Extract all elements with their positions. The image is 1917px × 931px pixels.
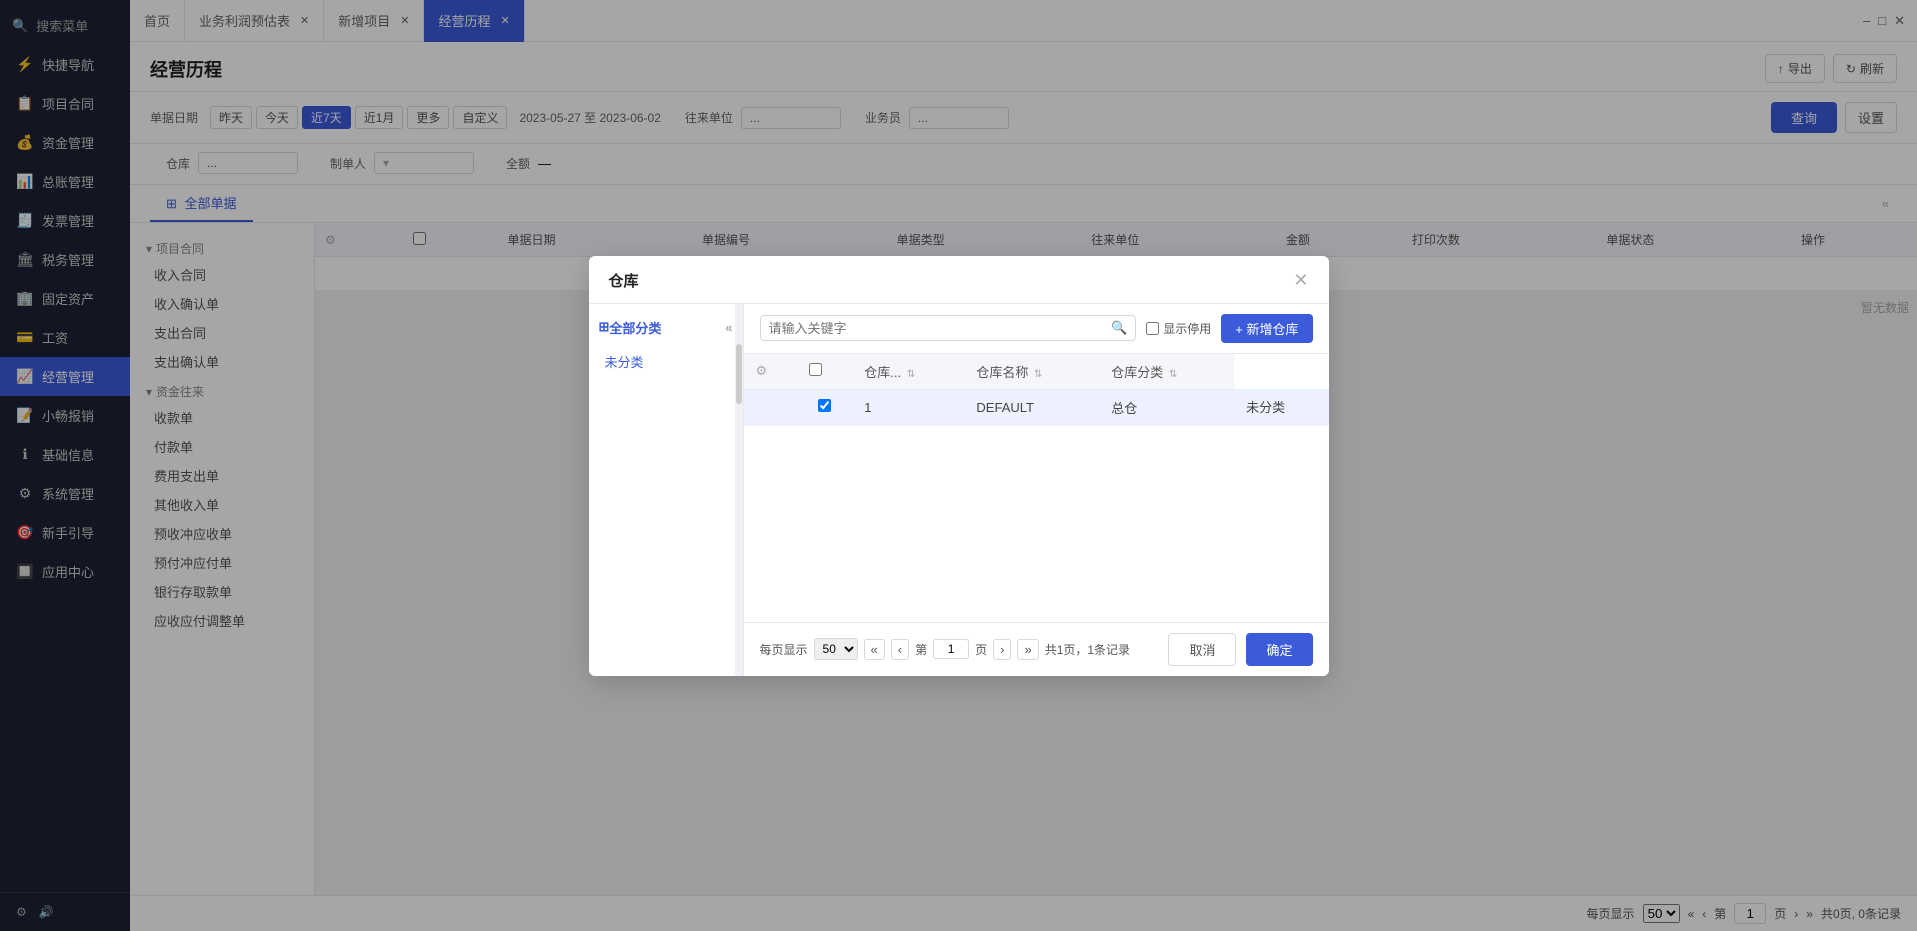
- show-disabled-text: 显示停用: [1163, 320, 1211, 337]
- modal-warehouse-table: ⚙ 仓库... ⇅ 仓库名称 ⇅: [744, 354, 1329, 426]
- modal-first-btn[interactable]: «: [864, 639, 885, 660]
- col-name-label: 仓库名称: [976, 365, 1028, 380]
- modal-left-panel: ⊞ 全部分类 « 未分类: [589, 304, 744, 676]
- warehouse-modal: 仓库 ✕ ⊞ 全部分类 « 未分类: [589, 256, 1329, 676]
- row-id-cell: 1: [852, 389, 964, 425]
- modal-page-input[interactable]: [933, 639, 969, 659]
- modal-body: ⊞ 全部分类 « 未分类 🔍: [589, 304, 1329, 676]
- modal-left-header: ⊞ 全部分类 «: [589, 314, 743, 345]
- modal-table-area: ⚙ 仓库... ⇅ 仓库名称 ⇅: [744, 354, 1329, 622]
- scroll-track: [735, 304, 743, 676]
- modal-page-label: 第: [915, 641, 927, 658]
- modal-col-code: 仓库... ⇅: [852, 354, 964, 390]
- row-code-cell: DEFAULT: [964, 389, 1099, 425]
- all-category-icon: ⊞: [599, 319, 610, 335]
- modal-right-panel: 🔍 显示停用 + 新增仓库 ⚙: [744, 304, 1329, 676]
- col-code-label: 仓库...: [864, 365, 901, 380]
- confirm-button[interactable]: 确定: [1246, 633, 1312, 666]
- modal-next-btn[interactable]: ›: [993, 639, 1011, 660]
- col-category-label: 仓库分类: [1111, 365, 1163, 380]
- show-disabled-label[interactable]: 显示停用: [1146, 320, 1211, 337]
- modal-action-buttons: 取消 确定: [1168, 633, 1312, 666]
- modal-page-suffix: 页: [975, 641, 987, 658]
- col-category-sort[interactable]: ⇅: [1169, 369, 1177, 380]
- modal-per-page-label: 每页显示: [760, 641, 808, 658]
- all-category-label: 全部分类: [609, 318, 661, 337]
- modal-footer: 每页显示 50 « ‹ 第 页 › » 共1页，1条记录: [744, 622, 1329, 676]
- row-category-cell: 未分类: [1234, 389, 1328, 425]
- modal-total-label: 共1页，1条记录: [1045, 641, 1130, 658]
- row-name-cell: 总仓: [1099, 389, 1234, 425]
- modal-left-uncategorized[interactable]: 未分类: [589, 345, 743, 378]
- scroll-thumb: [736, 344, 742, 404]
- modal-search-icon[interactable]: 🔍: [1111, 320, 1127, 336]
- modal-search-input[interactable]: [769, 321, 1106, 336]
- modal-col-settings[interactable]: ⚙: [744, 354, 797, 390]
- modal-col-category: 仓库分类 ⇅: [1099, 354, 1234, 390]
- modal-pagination: 每页显示 50 « ‹ 第 页 › » 共1页，1条记录: [760, 638, 1131, 660]
- modal-search-box: 🔍: [760, 315, 1137, 341]
- modal-overlay: 仓库 ✕ ⊞ 全部分类 « 未分类: [0, 0, 1917, 931]
- modal-toolbar: 🔍 显示停用 + 新增仓库: [744, 304, 1329, 354]
- add-warehouse-button[interactable]: + 新增仓库: [1221, 314, 1312, 343]
- show-disabled-checkbox[interactable]: [1146, 322, 1159, 335]
- modal-collapse-icon[interactable]: «: [725, 320, 732, 335]
- modal-close-button[interactable]: ✕: [1293, 270, 1308, 291]
- modal-col-checkbox[interactable]: [797, 354, 852, 390]
- col-code-sort[interactable]: ⇅: [907, 369, 915, 380]
- modal-header: 仓库 ✕: [589, 256, 1329, 304]
- modal-per-page-select[interactable]: 50: [814, 638, 858, 660]
- modal-select-all[interactable]: [809, 363, 822, 376]
- modal-prev-btn[interactable]: ‹: [891, 639, 909, 660]
- row-checkbox-cell: [797, 389, 852, 425]
- table-row[interactable]: 1 DEFAULT 总仓 未分类: [744, 389, 1329, 425]
- row-settings-cell: [744, 389, 797, 425]
- cancel-button[interactable]: 取消: [1168, 633, 1236, 666]
- modal-last-btn[interactable]: »: [1017, 639, 1038, 660]
- row-checkbox[interactable]: [818, 399, 831, 412]
- modal-title: 仓库: [609, 270, 639, 291]
- modal-col-name: 仓库名称 ⇅: [964, 354, 1099, 390]
- col-name-sort[interactable]: ⇅: [1034, 369, 1042, 380]
